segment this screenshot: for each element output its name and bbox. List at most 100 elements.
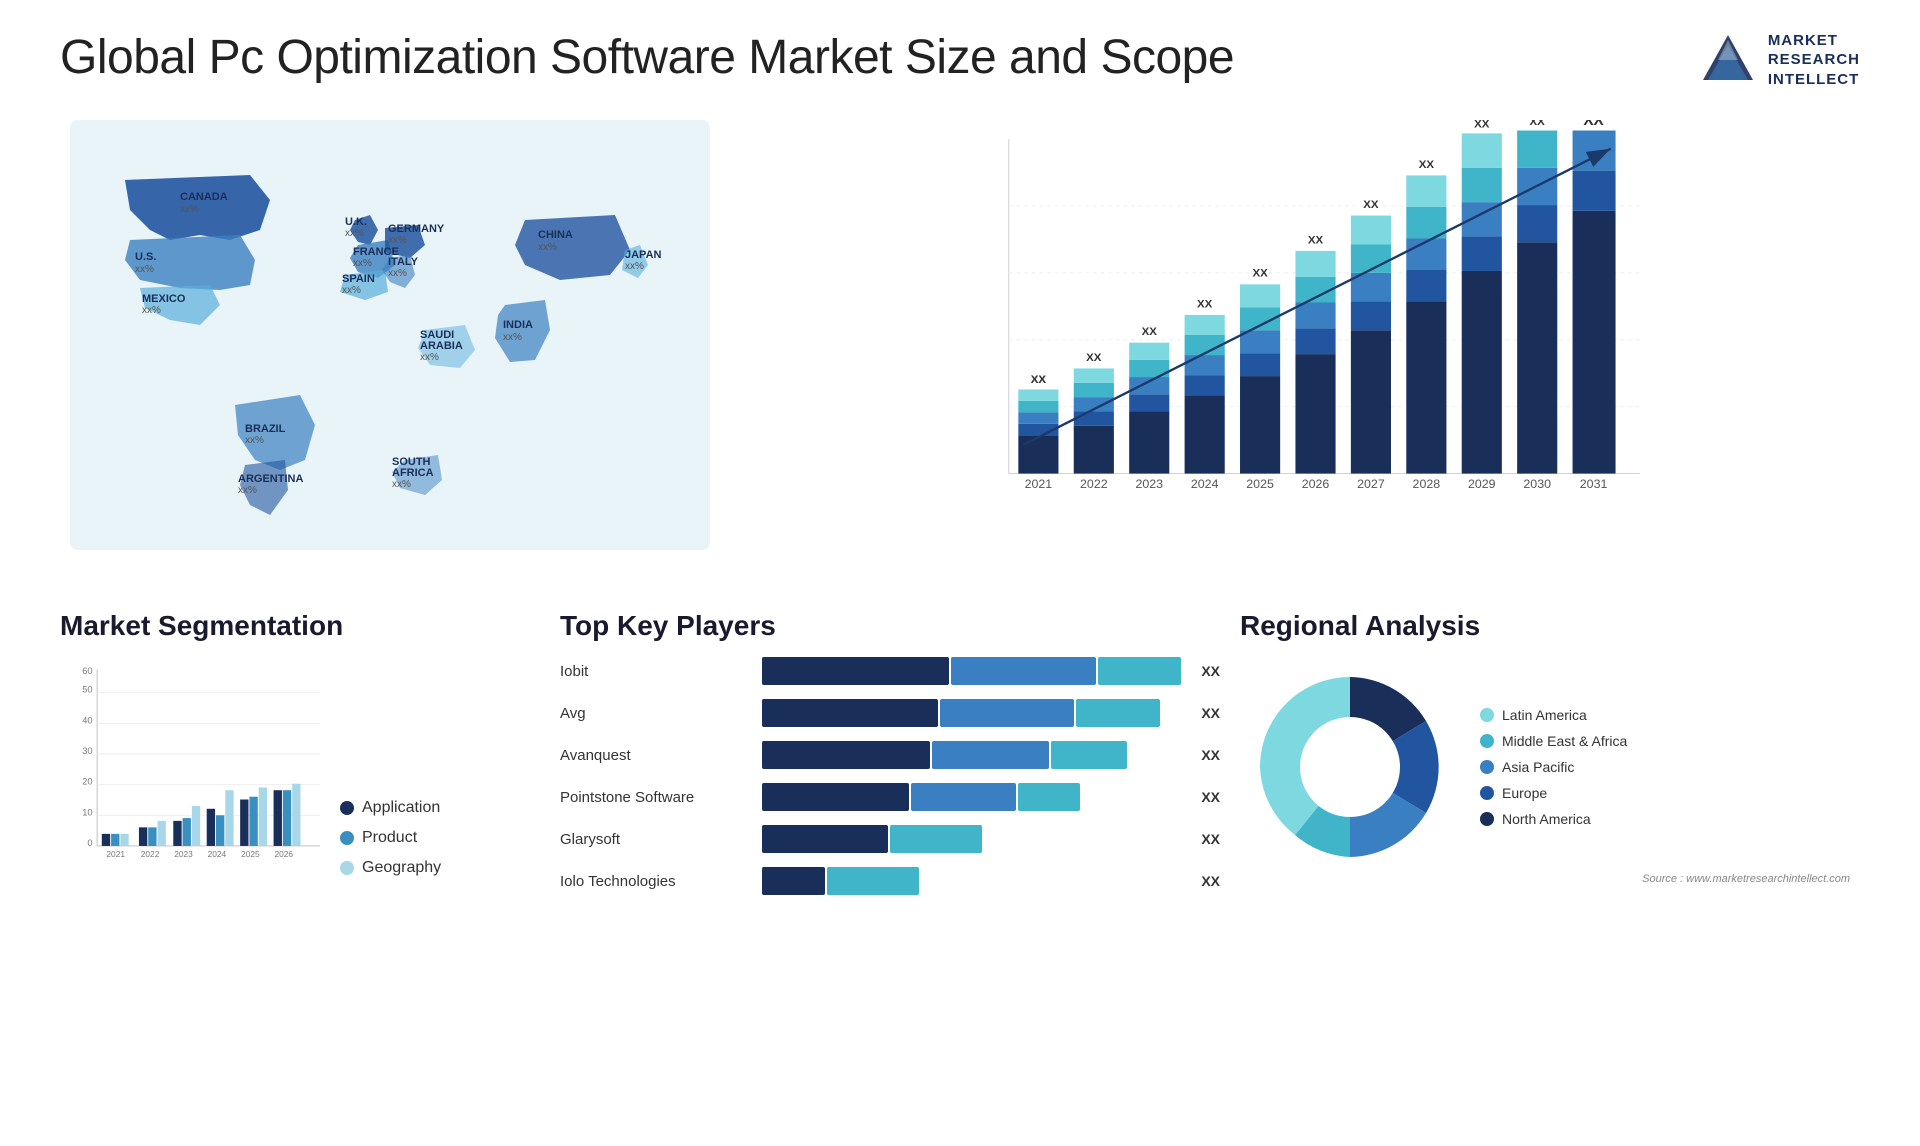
svg-text:xx%: xx% bbox=[392, 479, 411, 490]
bar-seg-2 bbox=[951, 657, 1096, 685]
svg-text:2027: 2027 bbox=[1357, 477, 1385, 491]
segmentation-section: Market Segmentation 0 10 20 30 40 50 60 bbox=[60, 610, 540, 895]
player-row: Iolo Technologies XX bbox=[560, 867, 1220, 895]
player-bar bbox=[762, 699, 1181, 727]
legend-asia-pacific: Asia Pacific bbox=[1480, 759, 1627, 775]
svg-text:xx%: xx% bbox=[420, 352, 439, 363]
svg-text:xx%: xx% bbox=[538, 242, 557, 253]
svg-text:xx%: xx% bbox=[342, 285, 361, 296]
bar-seg-2 bbox=[932, 741, 1049, 769]
application-dot bbox=[340, 801, 354, 815]
player-row: Pointstone Software XX bbox=[560, 783, 1220, 811]
legend-product: Product bbox=[340, 829, 441, 847]
north-america-dot bbox=[1480, 812, 1494, 826]
svg-text:CANADA: CANADA bbox=[180, 191, 228, 203]
player-name: Glarysoft bbox=[560, 831, 750, 848]
svg-text:XX: XX bbox=[1583, 120, 1604, 129]
bar-seg-3 bbox=[1076, 699, 1160, 727]
geography-dot bbox=[340, 861, 354, 875]
svg-text:XX: XX bbox=[1474, 120, 1490, 131]
legend-application: Application bbox=[340, 799, 441, 817]
svg-text:CHINA: CHINA bbox=[538, 229, 573, 241]
regional-legend: Latin America Middle East & Africa Asia … bbox=[1480, 707, 1627, 827]
svg-text:ITALY: ITALY bbox=[388, 256, 419, 268]
svg-text:xx%: xx% bbox=[625, 261, 644, 272]
svg-text:xx%: xx% bbox=[142, 305, 161, 316]
bar-seg-1 bbox=[762, 825, 888, 853]
bar-seg-2 bbox=[827, 867, 919, 895]
page-container: Global Pc Optimization Software Market S… bbox=[0, 0, 1920, 1146]
svg-text:2029: 2029 bbox=[1468, 477, 1496, 491]
svg-text:xx%: xx% bbox=[388, 235, 407, 246]
svg-text:40: 40 bbox=[82, 715, 92, 725]
svg-text:ARABIA: ARABIA bbox=[420, 340, 463, 352]
player-bar bbox=[762, 825, 1181, 853]
middle-east-dot bbox=[1480, 734, 1494, 748]
player-value: XX bbox=[1201, 789, 1220, 805]
svg-text:2026: 2026 bbox=[275, 849, 294, 859]
source-text: Source : www.marketresearchintellect.com bbox=[1642, 873, 1850, 885]
content-grid: CANADA xx% U.S. xx% MEXICO xx% BRAZIL xx… bbox=[60, 110, 1860, 895]
svg-text:60: 60 bbox=[82, 666, 92, 676]
legend-geography: Geography bbox=[340, 859, 441, 877]
bar-seg-3 bbox=[1018, 783, 1081, 811]
latin-america-label: Latin America bbox=[1502, 707, 1587, 723]
player-bar bbox=[762, 783, 1181, 811]
page-title: Global Pc Optimization Software Market S… bbox=[60, 30, 1234, 85]
svg-text:2030: 2030 bbox=[1523, 477, 1551, 491]
player-name: Iobit bbox=[560, 663, 750, 680]
svg-text:2022: 2022 bbox=[1080, 477, 1108, 491]
svg-text:XX: XX bbox=[1308, 234, 1324, 246]
header: Global Pc Optimization Software Market S… bbox=[60, 30, 1860, 90]
svg-text:xx%: xx% bbox=[180, 204, 199, 215]
player-row: Avg XX bbox=[560, 699, 1220, 727]
player-name: Iolo Technologies bbox=[560, 873, 750, 890]
svg-text:XX: XX bbox=[1363, 199, 1379, 211]
svg-text:xx%: xx% bbox=[345, 228, 364, 239]
player-value: XX bbox=[1201, 705, 1220, 721]
svg-text:U.S.: U.S. bbox=[135, 251, 156, 263]
seg-legend: Application Product Geography bbox=[340, 799, 441, 877]
bar-seg-1 bbox=[762, 699, 938, 727]
player-name: Avg bbox=[560, 705, 750, 722]
bar-seg-3 bbox=[1098, 657, 1181, 685]
svg-text:MEXICO: MEXICO bbox=[142, 293, 186, 305]
players-list: Iobit XX Avg bbox=[560, 657, 1220, 895]
players-section: Top Key Players Iobit XX Av bbox=[560, 610, 1220, 895]
svg-text:0: 0 bbox=[87, 838, 92, 848]
asia-pacific-label: Asia Pacific bbox=[1502, 759, 1574, 775]
player-value: XX bbox=[1201, 873, 1220, 889]
player-value: XX bbox=[1201, 663, 1220, 679]
regional-title: Regional Analysis bbox=[1240, 610, 1860, 642]
map-svg: CANADA xx% U.S. xx% MEXICO xx% BRAZIL xx… bbox=[70, 120, 710, 550]
growth-chart: 2021 XX 2022 XX 2023 bbox=[770, 120, 1840, 550]
middle-east-label: Middle East & Africa bbox=[1502, 733, 1627, 749]
svg-text:XX: XX bbox=[1252, 268, 1268, 280]
svg-text:20: 20 bbox=[82, 777, 92, 787]
bottom-grid: Market Segmentation 0 10 20 30 40 50 60 bbox=[60, 600, 1860, 895]
bar-seg-1 bbox=[762, 783, 909, 811]
svg-text:50: 50 bbox=[82, 685, 92, 695]
bar-seg-1 bbox=[762, 741, 930, 769]
svg-text:2028: 2028 bbox=[1413, 477, 1441, 491]
world-map: CANADA xx% U.S. xx% MEXICO xx% BRAZIL xx… bbox=[70, 120, 710, 550]
svg-text:AFRICA: AFRICA bbox=[392, 467, 434, 479]
svg-text:INDIA: INDIA bbox=[503, 319, 533, 331]
application-label: Application bbox=[362, 799, 440, 817]
svg-text:xx%: xx% bbox=[135, 264, 154, 275]
chart-section: 2021 XX 2022 XX 2023 bbox=[750, 110, 1860, 590]
regional-section: Regional Analysis bbox=[1240, 610, 1860, 895]
bar-seg-3 bbox=[1051, 741, 1126, 769]
legend-europe: Europe bbox=[1480, 785, 1627, 801]
svg-text:2025: 2025 bbox=[241, 849, 260, 859]
player-bar bbox=[762, 657, 1181, 685]
svg-text:xx%: xx% bbox=[238, 485, 257, 496]
svg-text:2023: 2023 bbox=[174, 849, 193, 859]
asia-pacific-dot bbox=[1480, 760, 1494, 774]
player-row: Iobit XX bbox=[560, 657, 1220, 685]
svg-text:2031: 2031 bbox=[1580, 477, 1608, 491]
north-america-label: North America bbox=[1502, 811, 1591, 827]
seg-chart-container: 0 10 20 30 40 50 60 bbox=[60, 657, 540, 877]
donut-chart bbox=[1240, 657, 1460, 877]
player-name: Avanquest bbox=[560, 747, 750, 764]
